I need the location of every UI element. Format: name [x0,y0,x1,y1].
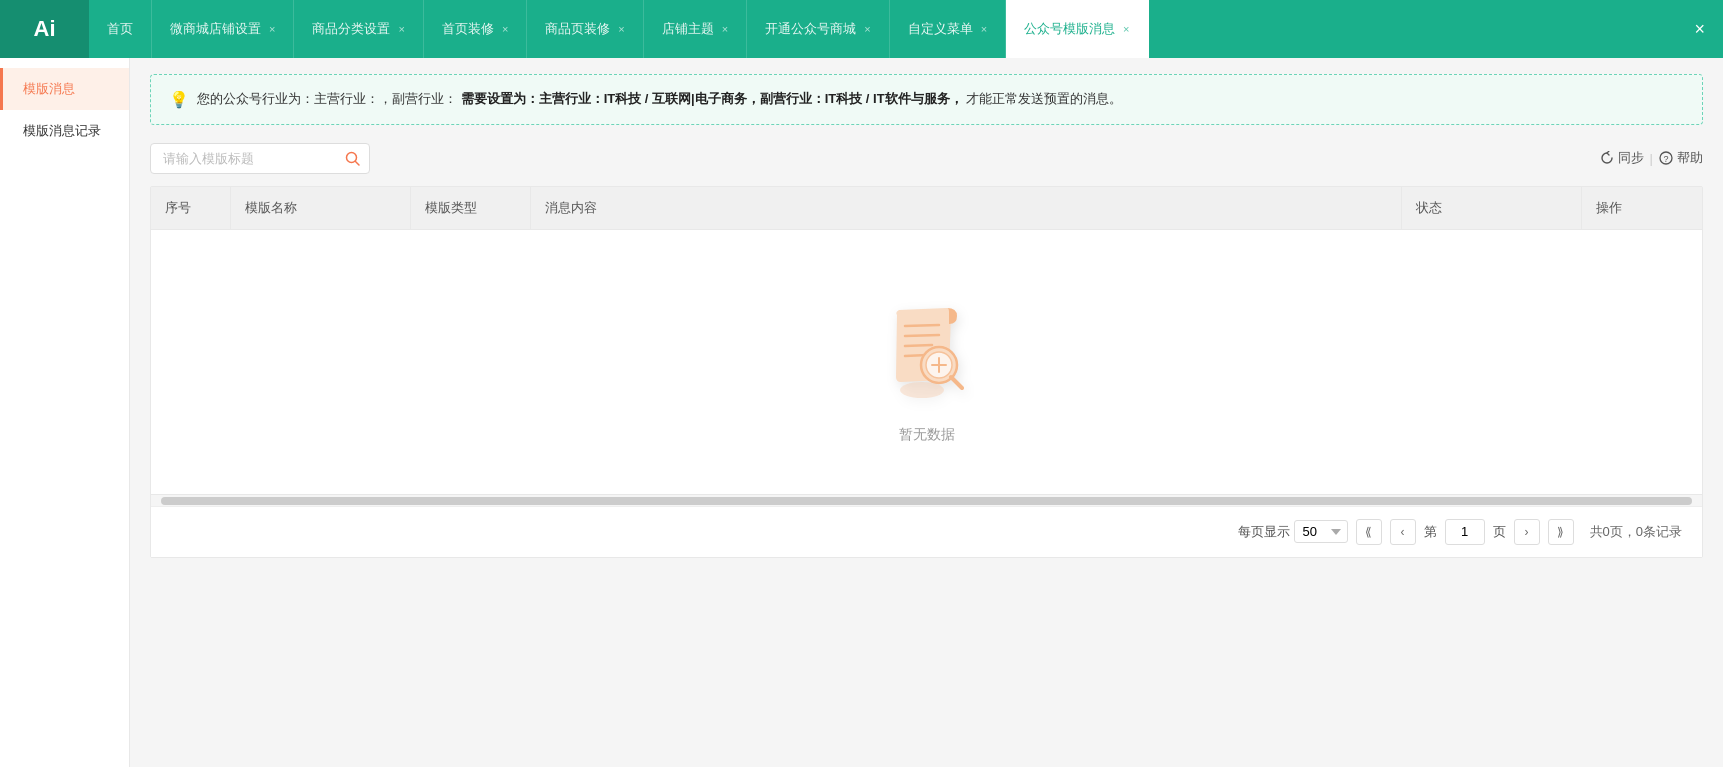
sidebar: 模版消息模版消息记录 [0,58,130,767]
page-unit: 页 [1493,523,1506,541]
close-all-button[interactable]: × [1676,0,1723,58]
empty-illustration [867,290,987,410]
app-logo: Ai [0,0,89,58]
prev-page-button[interactable]: ‹ [1390,519,1416,545]
svg-line-7 [905,345,932,346]
next-page-button[interactable]: › [1514,519,1540,545]
th-action: 操作 [1582,187,1702,229]
search-left [150,143,370,174]
notice-prefix: 您的公众号行业为：主营行业：，副营行业： [197,91,457,106]
notice-box: 💡 您的公众号行业为：主营行业：，副营行业： 需要设置为：主营行业：IT科技 /… [150,74,1703,125]
nav-tabs: 首页微商城店铺设置×商品分类设置×首页装修×商品页装修×店铺主题×开通公众号商城… [89,0,1676,58]
nav-tab-close-open-mall[interactable]: × [864,23,870,35]
help-button[interactable]: ? 帮助 [1659,149,1703,167]
svg-line-6 [905,335,939,336]
last-page-button[interactable]: ⟫ [1548,519,1574,545]
nav-tab-close-store-theme[interactable]: × [722,23,728,35]
empty-text: 暂无数据 [899,426,955,444]
first-page-button[interactable]: ⟪ [1356,519,1382,545]
svg-point-4 [900,382,944,398]
table-wrap: 序号模版名称模版类型消息内容状态操作 [150,186,1703,558]
pagination: 每页显示 102050100 ⟪ ‹ 第 页 › ⟫ 共0页，0条记录 [151,506,1702,557]
nav-tab-close-wsc-store[interactable]: × [269,23,275,35]
nav-tab-goods-category[interactable]: 商品分类设置× [294,0,423,58]
sync-label: 同步 [1618,149,1644,167]
empty-state: 暂无数据 [151,230,1702,494]
svg-line-5 [905,325,939,326]
notice-icon: 💡 [169,90,189,109]
search-input-wrap [150,143,370,174]
top-nav: Ai 首页微商城店铺设置×商品分类设置×首页装修×商品页装修×店铺主题×开通公众… [0,0,1723,58]
nav-tab-home[interactable]: 首页 [89,0,152,58]
search-right: 同步 | ? 帮助 [1600,149,1703,167]
empty-svg [867,290,987,410]
nav-tab-template-msg[interactable]: 公众号模版消息× [1006,0,1148,58]
sync-icon [1600,151,1614,165]
svg-line-1 [356,161,360,165]
nav-tab-close-goods-decor[interactable]: × [618,23,624,35]
nav-tab-goods-decor[interactable]: 商品页装修× [527,0,643,58]
nav-tab-custom-menu[interactable]: 自定义菜单× [890,0,1006,58]
search-input[interactable] [150,143,370,174]
divider: | [1650,151,1653,166]
svg-line-13 [951,377,962,388]
content-area: 💡 您的公众号行业为：主营行业：，副营行业： 需要设置为：主营行业：IT科技 /… [130,58,1723,767]
sync-button[interactable]: 同步 [1600,149,1644,167]
horizontal-scrollbar[interactable] [151,494,1702,506]
page-label: 第 [1424,523,1437,541]
th-name: 模版名称 [231,187,411,229]
scroll-thumb[interactable] [161,497,1692,505]
per-page-label: 每页显示 [1238,523,1290,541]
th-status: 状态 [1402,187,1582,229]
nav-tab-store-theme[interactable]: 店铺主题× [644,0,747,58]
nav-tab-home-decor[interactable]: 首页装修× [424,0,527,58]
per-page-select[interactable]: 102050100 [1294,520,1348,543]
nav-tab-open-mall[interactable]: 开通公众号商城× [747,0,889,58]
nav-tab-close-goods-category[interactable]: × [398,23,404,35]
nav-tab-wsc-store[interactable]: 微商城店铺设置× [152,0,294,58]
notice-text: 您的公众号行业为：主营行业：，副营行业： 需要设置为：主营行业：IT科技 / 互… [197,89,1122,110]
search-bar: 同步 | ? 帮助 [150,143,1703,174]
notice-suffix: 才能正常发送预置的消息。 [966,91,1122,106]
search-button[interactable] [345,151,360,166]
svg-text:?: ? [1663,154,1668,164]
page-input[interactable] [1445,519,1485,545]
notice-highlight: 需要设置为：主营行业：IT科技 / 互联网|电子商务，副营行业：IT科技 / I… [461,91,963,106]
total-label: 共0页，0条记录 [1590,523,1682,541]
main-layout: 模版消息模版消息记录 💡 您的公众号行业为：主营行业：，副营行业： 需要设置为：… [0,58,1723,767]
th-content: 消息内容 [531,187,1402,229]
sidebar-item-template[interactable]: 模版消息 [0,68,129,110]
help-icon: ? [1659,151,1673,165]
nav-tab-close-template-msg[interactable]: × [1123,23,1129,35]
th-seq: 序号 [151,187,231,229]
per-page-wrap: 每页显示 102050100 [1238,520,1348,543]
th-type: 模版类型 [411,187,531,229]
table-header: 序号模版名称模版类型消息内容状态操作 [151,187,1702,230]
help-label: 帮助 [1677,149,1703,167]
search-icon [345,151,360,166]
nav-tab-close-custom-menu[interactable]: × [981,23,987,35]
sidebar-item-template-record[interactable]: 模版消息记录 [0,110,129,152]
nav-tab-close-home-decor[interactable]: × [502,23,508,35]
